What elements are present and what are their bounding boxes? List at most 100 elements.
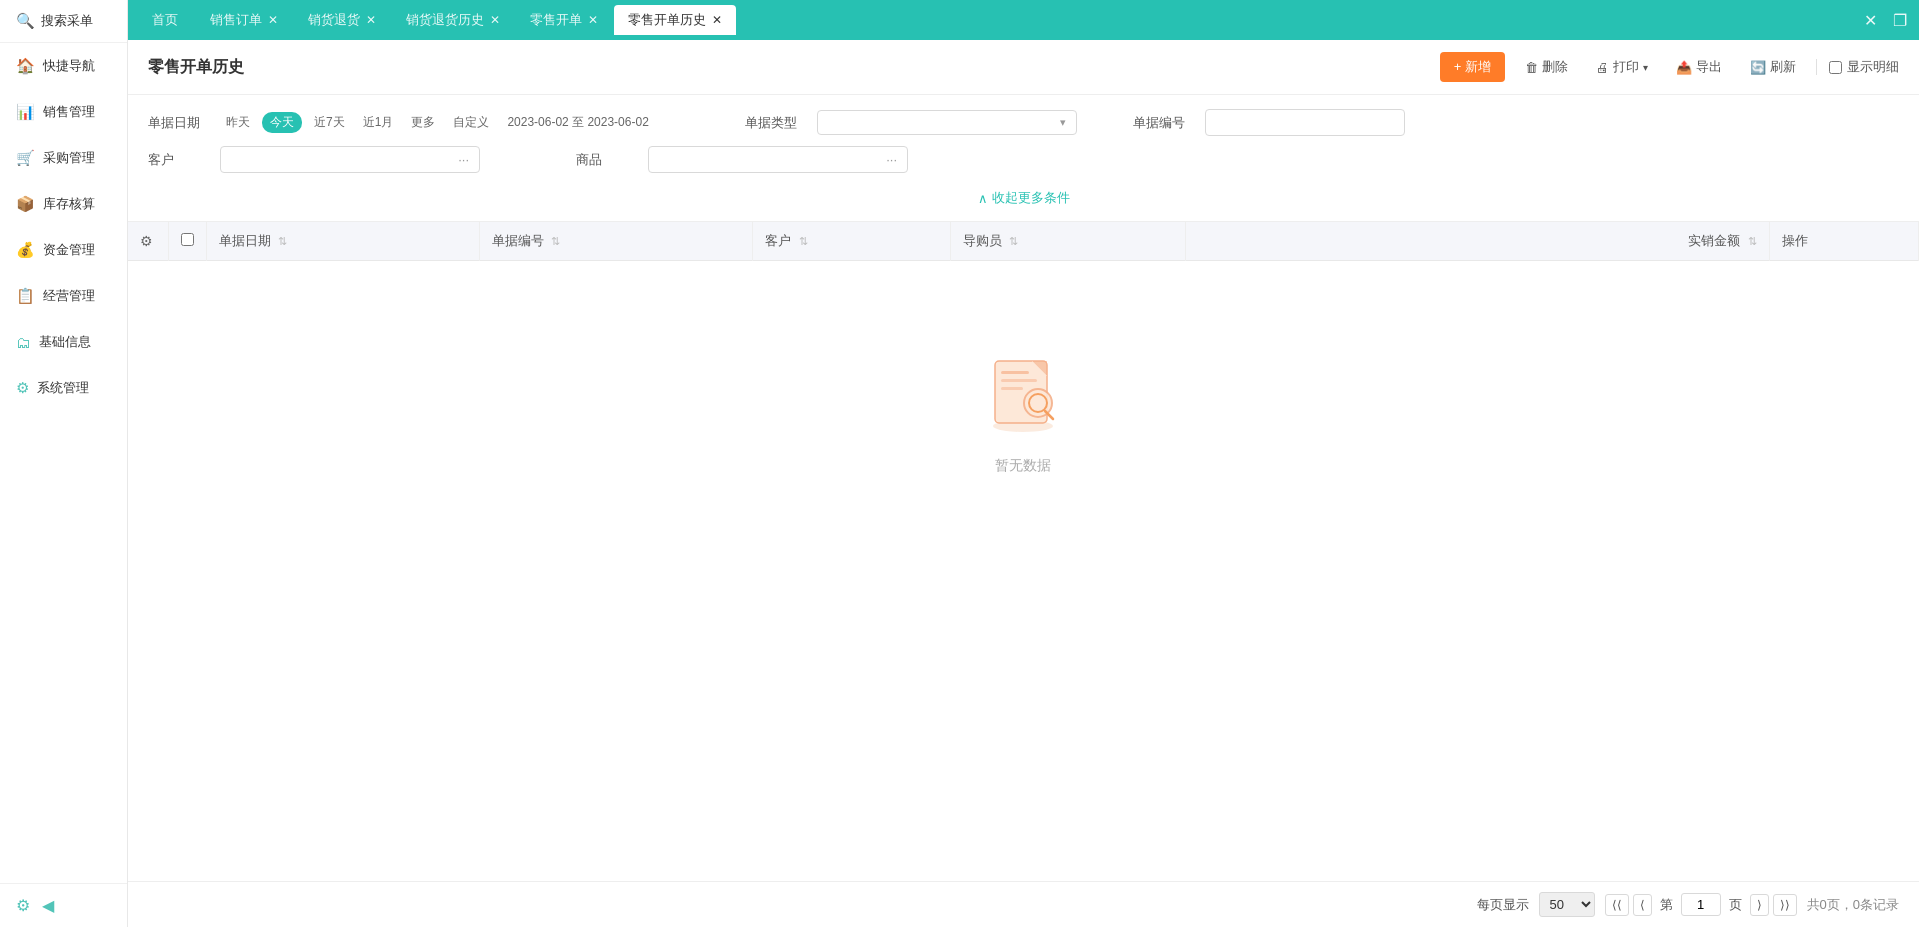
page-nav: ⟨⟨ ⟨ 第 页 ⟩ ⟩⟩ bbox=[1605, 893, 1797, 916]
delete-button[interactable]: 🗑 删除 bbox=[1517, 54, 1576, 80]
date-option-1month[interactable]: 近1月 bbox=[357, 112, 400, 133]
sidebar-item-purchase-mgmt[interactable]: 🛒 采购管理 bbox=[0, 135, 127, 181]
th-doc-no-label: 单据编号 bbox=[492, 233, 544, 248]
tabs-bar-right: ✕ ❐ bbox=[1860, 7, 1911, 34]
collapse-filter-button[interactable]: ∧ 收起更多条件 bbox=[148, 183, 1899, 213]
th-doc-date-label: 单据日期 bbox=[219, 233, 271, 248]
sidebar-item-label: 快捷导航 bbox=[43, 57, 95, 75]
tab-home-label: 首页 bbox=[152, 11, 178, 29]
sidebar-item-finance[interactable]: 💰 资金管理 bbox=[0, 227, 127, 273]
tab-retail-history-close[interactable]: ✕ bbox=[712, 13, 722, 27]
svg-rect-2 bbox=[1001, 371, 1029, 374]
sidebar: 🔍 搜索采单 🏠 快捷导航 📊 销售管理 🛒 采购管理 📦 库存核算 💰 资金管… bbox=[0, 0, 128, 927]
folder-icon: 🗂 bbox=[16, 334, 31, 351]
date-option-more[interactable]: 更多 bbox=[405, 112, 441, 133]
th-checkbox bbox=[168, 222, 206, 261]
main: 首页 销售订单 ✕ 销货退货 ✕ 销货退货历史 ✕ 零售开单 ✕ 零售开单历史 … bbox=[128, 0, 1919, 927]
tab-retail-history[interactable]: 零售开单历史 ✕ bbox=[614, 5, 736, 35]
doc-no-input[interactable] bbox=[1205, 109, 1405, 136]
th-doc-date[interactable]: 单据日期 ⇅ bbox=[206, 222, 479, 261]
window-close-icon[interactable]: ✕ bbox=[1860, 7, 1881, 34]
tab-sales-return-close[interactable]: ✕ bbox=[366, 13, 376, 27]
refresh-button[interactable]: 🔄 刷新 bbox=[1742, 54, 1804, 80]
date-option-custom[interactable]: 自定义 bbox=[447, 112, 495, 133]
goods-select[interactable]: ··· bbox=[648, 146, 908, 173]
refresh-label: 刷新 bbox=[1770, 58, 1796, 76]
sort-doc-no-icon[interactable]: ⇅ bbox=[551, 235, 560, 247]
th-action-label: 操作 bbox=[1782, 233, 1808, 248]
data-table: ⚙ 单据日期 ⇅ 单据编号 ⇅ bbox=[128, 222, 1919, 535]
sort-guide-icon[interactable]: ⇅ bbox=[1009, 235, 1018, 247]
delete-label: 删除 bbox=[1542, 58, 1568, 76]
sidebar-search[interactable]: 🔍 搜索采单 bbox=[0, 0, 127, 43]
first-page-button[interactable]: ⟨⟨ bbox=[1605, 894, 1629, 916]
sidebar-item-label: 基础信息 bbox=[39, 333, 91, 351]
table-wrapper: ⚙ 单据日期 ⇅ 单据编号 ⇅ bbox=[128, 222, 1919, 881]
export-button[interactable]: 📤 导出 bbox=[1668, 54, 1730, 80]
sort-amount-icon[interactable]: ⇅ bbox=[1748, 235, 1757, 247]
filter-area: 单据日期 昨天 今天 近7天 近1月 更多 自定义 2023-06-02 至 2… bbox=[128, 95, 1919, 222]
prev-page-button[interactable]: ⟨ bbox=[1633, 894, 1652, 916]
sidebar-item-operations[interactable]: 📋 经营管理 bbox=[0, 273, 127, 319]
th-doc-no[interactable]: 单据编号 ⇅ bbox=[479, 222, 752, 261]
chart-icon: 📊 bbox=[16, 103, 35, 121]
goods-dots-icon[interactable]: ··· bbox=[886, 152, 897, 167]
pagination-bar: 每页显示 50 10 20 100 ⟨⟨ ⟨ 第 页 ⟩ ⟩⟩ 共0页，0条记录 bbox=[128, 881, 1919, 927]
date-option-today[interactable]: 今天 bbox=[262, 112, 302, 133]
date-option-yesterday[interactable]: 昨天 bbox=[220, 112, 256, 133]
select-all-checkbox[interactable] bbox=[181, 233, 194, 246]
tab-sales-return-history-close[interactable]: ✕ bbox=[490, 13, 500, 27]
show-detail-label: 显示明细 bbox=[1847, 58, 1899, 76]
window-restore-icon[interactable]: ❐ bbox=[1889, 7, 1911, 34]
sidebar-item-label: 资金管理 bbox=[43, 241, 95, 259]
page-number-input[interactable] bbox=[1681, 893, 1721, 916]
delete-icon: 🗑 bbox=[1525, 60, 1538, 75]
next-page-button[interactable]: ⟩ bbox=[1750, 894, 1769, 916]
customer-dots-icon[interactable]: ··· bbox=[458, 152, 469, 167]
per-page-select[interactable]: 50 10 20 100 bbox=[1539, 892, 1595, 917]
empty-state: 暂无数据 bbox=[128, 261, 1919, 535]
sidebar-item-inventory[interactable]: 📦 库存核算 bbox=[0, 181, 127, 227]
print-label: 打印 bbox=[1613, 58, 1639, 76]
tab-sales-order-close[interactable]: ✕ bbox=[268, 13, 278, 27]
tab-retail-open-close[interactable]: ✕ bbox=[588, 13, 598, 27]
per-page-label: 每页显示 bbox=[1477, 896, 1529, 914]
sidebar-item-base-info[interactable]: 🗂 基础信息 bbox=[0, 319, 127, 365]
table-header-row: ⚙ 单据日期 ⇅ 单据编号 ⇅ bbox=[128, 222, 1919, 261]
customer-select[interactable]: ··· bbox=[220, 146, 480, 173]
dropdown-arrow-icon: ▾ bbox=[1060, 116, 1066, 129]
show-detail-checkbox[interactable] bbox=[1829, 61, 1842, 74]
tab-home[interactable]: 首页 bbox=[136, 5, 194, 35]
show-detail-toggle[interactable]: 显示明细 bbox=[1829, 58, 1899, 76]
tab-sales-return-label: 销货退货 bbox=[308, 11, 360, 29]
print-button[interactable]: 🖨 打印 ▾ bbox=[1588, 54, 1656, 80]
last-page-button[interactable]: ⟩⟩ bbox=[1773, 894, 1797, 916]
tab-retail-open-label: 零售开单 bbox=[530, 11, 582, 29]
doc-type-select[interactable]: ▾ bbox=[817, 110, 1077, 135]
svg-rect-3 bbox=[1001, 379, 1037, 382]
th-amount[interactable]: 实销金额 ⇅ bbox=[1186, 222, 1770, 261]
sidebar-item-label: 销售管理 bbox=[43, 103, 95, 121]
svg-rect-4 bbox=[1001, 387, 1023, 390]
add-button[interactable]: + 新增 bbox=[1440, 52, 1505, 82]
tab-sales-return[interactable]: 销货退货 ✕ bbox=[294, 5, 390, 35]
sidebar-item-sales-mgmt[interactable]: 📊 销售管理 bbox=[0, 89, 127, 135]
tab-sales-order[interactable]: 销售订单 ✕ bbox=[196, 5, 292, 35]
collapse-sidebar-icon[interactable]: ◀ bbox=[42, 896, 54, 915]
settings-icon[interactable]: ⚙ bbox=[16, 896, 30, 915]
tab-retail-open[interactable]: 零售开单 ✕ bbox=[516, 5, 612, 35]
th-customer[interactable]: 客户 ⇅ bbox=[753, 222, 950, 261]
tabs-bar: 首页 销售订单 ✕ 销货退货 ✕ 销货退货历史 ✕ 零售开单 ✕ 零售开单历史 … bbox=[128, 0, 1919, 40]
date-options: 昨天 今天 近7天 近1月 更多 自定义 2023-06-02 至 2023-0… bbox=[220, 112, 649, 133]
tab-sales-return-history[interactable]: 销货退货历史 ✕ bbox=[392, 5, 514, 35]
table-settings-icon[interactable]: ⚙ bbox=[140, 233, 153, 249]
page-suffix: 页 bbox=[1729, 896, 1742, 914]
sidebar-item-sys-mgmt[interactable]: ⚙ 系统管理 bbox=[0, 365, 127, 411]
sidebar-item-quick-nav[interactable]: 🏠 快捷导航 bbox=[0, 43, 127, 89]
tab-retail-history-label: 零售开单历史 bbox=[628, 11, 706, 29]
th-guide[interactable]: 导购员 ⇅ bbox=[950, 222, 1185, 261]
date-option-7days[interactable]: 近7天 bbox=[308, 112, 351, 133]
sort-doc-date-icon[interactable]: ⇅ bbox=[278, 235, 287, 247]
sort-customer-icon[interactable]: ⇅ bbox=[799, 235, 808, 247]
collapse-text: 收起更多条件 bbox=[992, 189, 1070, 207]
